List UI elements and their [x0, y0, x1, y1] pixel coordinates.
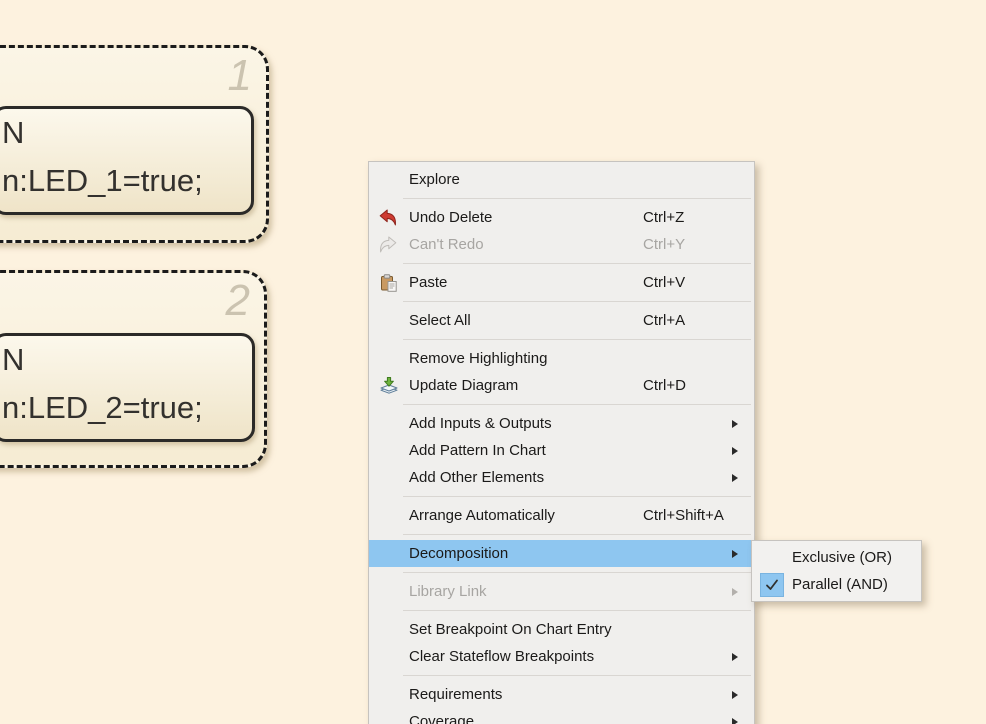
menu-separator [403, 339, 751, 340]
state-execution-order-badge: 2 [225, 276, 250, 325]
substate-led1[interactable]: N n:LED_1=true; [0, 106, 254, 215]
menu-item-label: Explore [409, 171, 460, 188]
menu-item-add-inputs-outputs[interactable]: Add Inputs & Outputs [369, 410, 754, 437]
menu-item-explore[interactable]: Explore [369, 166, 754, 193]
menu-item-label: Decomposition [409, 545, 509, 562]
menu-item-set-breakpoint-on-chart-entry[interactable]: Set Breakpoint On Chart Entry [369, 616, 754, 643]
submenu-arrow-icon [732, 447, 754, 455]
menu-item-label: Select All [409, 312, 471, 329]
menu-separator [403, 198, 751, 199]
menu-item-label: Add Pattern In Chart [409, 442, 546, 459]
submenu-arrow-icon [732, 474, 754, 482]
menu-item-remove-highlighting[interactable]: Remove Highlighting [369, 345, 754, 372]
menu-item-label: Coverage [409, 713, 475, 724]
redo-icon [369, 236, 409, 253]
decomposition-submenu: Exclusive (OR) Parallel (AND) [751, 540, 922, 602]
menu-item-arrange-automatically[interactable]: Arrange Automatically Ctrl+Shift+A [369, 502, 754, 529]
menu-item-label: Set Breakpoint On Chart Entry [409, 621, 612, 638]
menu-separator [403, 263, 751, 264]
menu-separator [403, 534, 751, 535]
menu-item-shortcut: Ctrl+Y [643, 236, 686, 253]
menu-item-shortcut: Ctrl+A [643, 312, 686, 329]
menu-separator [403, 301, 751, 302]
menu-separator [403, 496, 751, 497]
undo-icon [369, 209, 409, 226]
submenu-arrow-icon [732, 420, 754, 428]
menu-item-label: Clear Stateflow Breakpoints [409, 648, 595, 665]
menu-separator [403, 572, 751, 573]
menu-item-add-other-elements[interactable]: Add Other Elements [369, 464, 754, 491]
menu-item-label: Add Other Elements [409, 469, 545, 486]
context-menu: Explore Undo Delete Ctrl+Z Can't Redo Ct… [368, 161, 755, 724]
menu-item-label: Add Inputs & Outputs [409, 415, 552, 432]
submenu-item-label: Parallel (AND) [792, 576, 888, 593]
menu-item-requirements[interactable]: Requirements [369, 681, 754, 708]
substate-entry-action: n:LED_1=true; [2, 163, 203, 198]
menu-item-library-link: Library Link [369, 578, 754, 605]
submenu-arrow-icon [732, 718, 754, 724]
menu-item-label: Library Link [409, 583, 487, 600]
menu-separator [403, 404, 751, 405]
substate-led2[interactable]: N n:LED_2=true; [0, 333, 255, 442]
submenu-arrow-icon [732, 653, 754, 661]
menu-item-label: Arrange Automatically [409, 507, 555, 524]
checkmark-icon [760, 572, 784, 597]
menu-separator [403, 675, 751, 676]
menu-item-label: Remove Highlighting [409, 350, 548, 367]
menu-item-paste[interactable]: Paste Ctrl+V [369, 269, 754, 296]
menu-item-label: Can't Redo [409, 236, 484, 253]
menu-item-decomposition[interactable]: Decomposition [369, 540, 754, 567]
parallel-state-1[interactable]: 1 N n:LED_1=true; [0, 45, 269, 243]
menu-item-select-all[interactable]: Select All Ctrl+A [369, 307, 754, 334]
menu-separator [403, 610, 751, 611]
menu-item-add-pattern-in-chart[interactable]: Add Pattern In Chart [369, 437, 754, 464]
submenu-item-exclusive-or[interactable]: Exclusive (OR) [752, 544, 921, 571]
stateflow-editor: { "canvas": { "background_color": "#FDF2… [0, 0, 986, 724]
menu-item-shortcut: Ctrl+Shift+A [643, 507, 724, 524]
substate-label-line: N [2, 342, 25, 377]
menu-item-coverage[interactable]: Coverage [369, 708, 754, 724]
paste-icon [369, 273, 409, 292]
submenu-arrow-icon [732, 691, 754, 699]
menu-item-label: Requirements [409, 686, 503, 703]
menu-item-clear-stateflow-breakpoints[interactable]: Clear Stateflow Breakpoints [369, 643, 754, 670]
menu-item-label: Undo Delete [409, 209, 493, 226]
menu-item-shortcut: Ctrl+D [643, 377, 686, 394]
menu-item-label: Paste [409, 274, 448, 291]
menu-item-update-diagram[interactable]: Update Diagram Ctrl+D [369, 372, 754, 399]
check-container [752, 572, 792, 597]
menu-item-shortcut: Ctrl+V [643, 274, 686, 291]
submenu-item-label: Exclusive (OR) [792, 549, 893, 566]
menu-item-cant-redo: Can't Redo Ctrl+Y [369, 231, 754, 258]
parallel-state-2[interactable]: 2 N n:LED_2=true; [0, 270, 267, 468]
state-execution-order-badge: 1 [227, 51, 252, 100]
substate-label-line: N [2, 115, 25, 150]
menu-item-shortcut: Ctrl+Z [643, 209, 685, 226]
submenu-item-parallel-and[interactable]: Parallel (AND) [752, 571, 921, 598]
update-diagram-icon [369, 377, 409, 394]
substate-entry-action: n:LED_2=true; [2, 390, 203, 425]
menu-item-label: Update Diagram [409, 377, 519, 394]
menu-item-undo-delete[interactable]: Undo Delete Ctrl+Z [369, 204, 754, 231]
